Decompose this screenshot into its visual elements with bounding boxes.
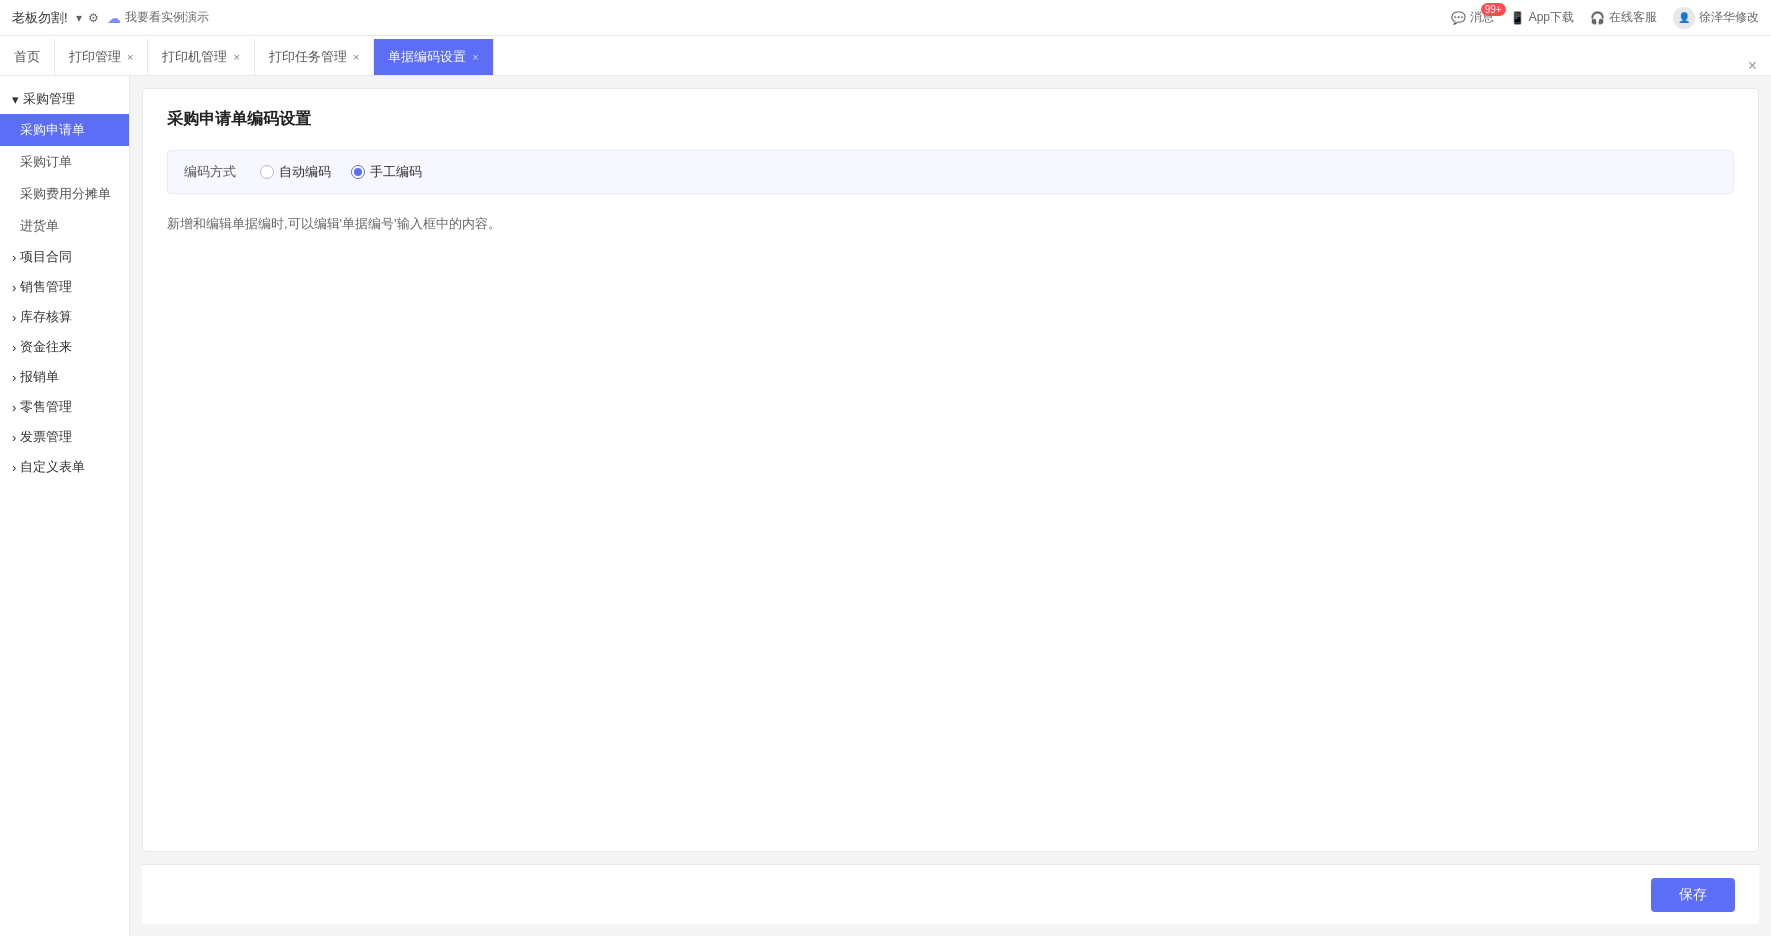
sidebar-group-project-contract[interactable]: › 项目合同	[0, 242, 129, 272]
avatar: 👤	[1673, 7, 1695, 29]
sidebar-group-invoice-mgmt-label: 发票管理	[20, 428, 72, 446]
chevron-down-icon: ▾	[76, 11, 82, 25]
radio-manual-label: 手工编码	[370, 163, 422, 181]
sidebar-item-purchase-expense-label: 采购费用分摊单	[20, 186, 111, 201]
content-inner: 采购申请单编码设置 编码方式 自动编码 手工编码 新增和编辑单据编时,可以编辑'…	[142, 88, 1759, 852]
tab-home[interactable]: 首页	[0, 39, 55, 75]
footer: 保存	[142, 864, 1759, 924]
brand-text: 老板勿割!	[12, 9, 68, 27]
sidebar-group-sales-mgmt[interactable]: › 销售管理	[0, 272, 129, 302]
message-badge: 99+	[1481, 3, 1506, 16]
tab-print-mgmt[interactable]: 打印管理 ×	[55, 39, 148, 75]
chevron-right-icon: ›	[12, 310, 16, 325]
online-service-btn[interactable]: 🎧 在线客服	[1590, 9, 1657, 26]
app-download-label: App下载	[1529, 9, 1574, 26]
chevron-right-icon: ›	[12, 250, 16, 265]
chevron-right-icon: ›	[12, 460, 16, 475]
message-btn[interactable]: 💬 消息 99+	[1451, 9, 1494, 26]
encode-label: 编码方式	[184, 163, 236, 181]
app-download-btn[interactable]: 📱 App下载	[1510, 9, 1574, 26]
headset-icon: 🎧	[1590, 11, 1605, 25]
user-btn[interactable]: 👤 徐泽华修改	[1673, 7, 1759, 29]
sidebar-item-stock-in[interactable]: 进货单	[0, 210, 129, 242]
tab-printer-mgmt-label: 打印机管理	[162, 48, 227, 66]
chevron-right-icon: ›	[12, 280, 16, 295]
sidebar-group-return-label: 报销单	[20, 368, 59, 386]
tab-printer-mgmt-close[interactable]: ×	[233, 51, 239, 63]
message-icon: 💬	[1451, 11, 1466, 25]
tab-print-task-label: 打印任务管理	[269, 48, 347, 66]
tab-barcode-setting[interactable]: 单据编码设置 ×	[374, 39, 493, 75]
demo-link[interactable]: ☁ 我要看实例演示	[107, 9, 209, 26]
tab-printer-mgmt[interactable]: 打印机管理 ×	[148, 39, 254, 75]
top-bar-icons: ▾ ⚙	[76, 11, 99, 25]
sidebar-item-purchase-order[interactable]: 采购订单	[0, 146, 129, 178]
sidebar-group-inventory[interactable]: › 库存核算	[0, 302, 129, 332]
content: 采购申请单编码设置 编码方式 自动编码 手工编码 新增和编辑单据编时,可以编辑'…	[130, 76, 1771, 936]
sidebar: ▾ 采购管理 采购申请单 采购订单 采购费用分摊单 进货单 › 项目合同 › 销…	[0, 76, 130, 936]
sidebar-group-fund-flow[interactable]: › 资金往来	[0, 332, 129, 362]
settings-btn[interactable]: ⚙	[88, 11, 99, 25]
sidebar-group-sales-mgmt-label: 销售管理	[20, 278, 72, 296]
sidebar-item-purchase-expense[interactable]: 采购费用分摊单	[0, 178, 129, 210]
gear-icon: ⚙	[88, 11, 99, 25]
tab-bar-close-btn[interactable]: ×	[1734, 57, 1771, 75]
cloud-icon: ☁	[107, 10, 121, 26]
tab-print-mgmt-close[interactable]: ×	[127, 51, 133, 63]
sidebar-item-purchase-request[interactable]: 采购申请单	[0, 114, 129, 146]
sidebar-group-retail-mgmt-label: 零售管理	[20, 398, 72, 416]
sidebar-group-custom-forms-label: 自定义表单	[20, 458, 85, 476]
sidebar-item-purchase-order-label: 采购订单	[20, 154, 72, 169]
radio-group: 自动编码 手工编码	[260, 163, 422, 181]
sidebar-group-fund-flow-label: 资金往来	[20, 338, 72, 356]
demo-text: 我要看实例演示	[125, 9, 209, 26]
sidebar-group-inventory-label: 库存核算	[20, 308, 72, 326]
sidebar-item-purchase-request-label: 采购申请单	[20, 122, 85, 137]
radio-manual-code[interactable]: 手工编码	[351, 163, 422, 181]
hint-text: 新增和编辑单据编时,可以编辑'单据编号'输入框中的内容。	[167, 214, 1734, 235]
radio-manual-circle	[351, 165, 365, 179]
tab-home-label: 首页	[14, 48, 40, 66]
radio-auto-code[interactable]: 自动编码	[260, 163, 331, 181]
sidebar-group-purchase[interactable]: ▾ 采购管理	[0, 84, 129, 114]
sidebar-group-invoice-mgmt[interactable]: › 发票管理	[0, 422, 129, 452]
tab-barcode-setting-close[interactable]: ×	[472, 51, 478, 63]
page-title: 采购申请单编码设置	[167, 109, 1734, 130]
sidebar-group-purchase-label: 采购管理	[23, 90, 75, 108]
tab-print-task[interactable]: 打印任务管理 ×	[255, 39, 374, 75]
tab-print-task-close[interactable]: ×	[353, 51, 359, 63]
sidebar-group-custom-forms[interactable]: › 自定义表单	[0, 452, 129, 482]
sidebar-group-project-contract-label: 项目合同	[20, 248, 72, 266]
main-area: ▾ 采购管理 采购申请单 采购订单 采购费用分摊单 进货单 › 项目合同 › 销…	[0, 76, 1771, 936]
chevron-down-icon: ▾	[12, 92, 19, 107]
tab-barcode-setting-label: 单据编码设置	[388, 48, 466, 66]
chevron-right-icon: ›	[12, 340, 16, 355]
radio-auto-label: 自动编码	[279, 163, 331, 181]
phone-icon: 📱	[1510, 11, 1525, 25]
top-bar-right: 💬 消息 99+ 📱 App下载 🎧 在线客服 👤 徐泽华修改	[1451, 7, 1759, 29]
tab-print-mgmt-label: 打印管理	[69, 48, 121, 66]
user-name: 徐泽华修改	[1699, 9, 1759, 26]
sidebar-group-return[interactable]: › 报销单	[0, 362, 129, 392]
dropdown-btn[interactable]: ▾	[76, 11, 82, 25]
service-label: 在线客服	[1609, 9, 1657, 26]
tab-bar: 首页 打印管理 × 打印机管理 × 打印任务管理 × 单据编码设置 × ×	[0, 36, 1771, 76]
chevron-right-icon: ›	[12, 400, 16, 415]
avatar-icon: 👤	[1678, 12, 1690, 23]
top-bar-left: 老板勿割! ▾ ⚙ ☁ 我要看实例演示	[12, 9, 209, 27]
encode-row: 编码方式 自动编码 手工编码	[167, 150, 1734, 194]
chevron-right-icon: ›	[12, 430, 16, 445]
save-button[interactable]: 保存	[1651, 878, 1735, 912]
sidebar-item-stock-in-label: 进货单	[20, 218, 59, 233]
sidebar-group-retail-mgmt[interactable]: › 零售管理	[0, 392, 129, 422]
top-bar: 老板勿割! ▾ ⚙ ☁ 我要看实例演示 💬 消息 99+ 📱 App下载 🎧 在…	[0, 0, 1771, 36]
radio-auto-circle	[260, 165, 274, 179]
chevron-right-icon: ›	[12, 370, 16, 385]
